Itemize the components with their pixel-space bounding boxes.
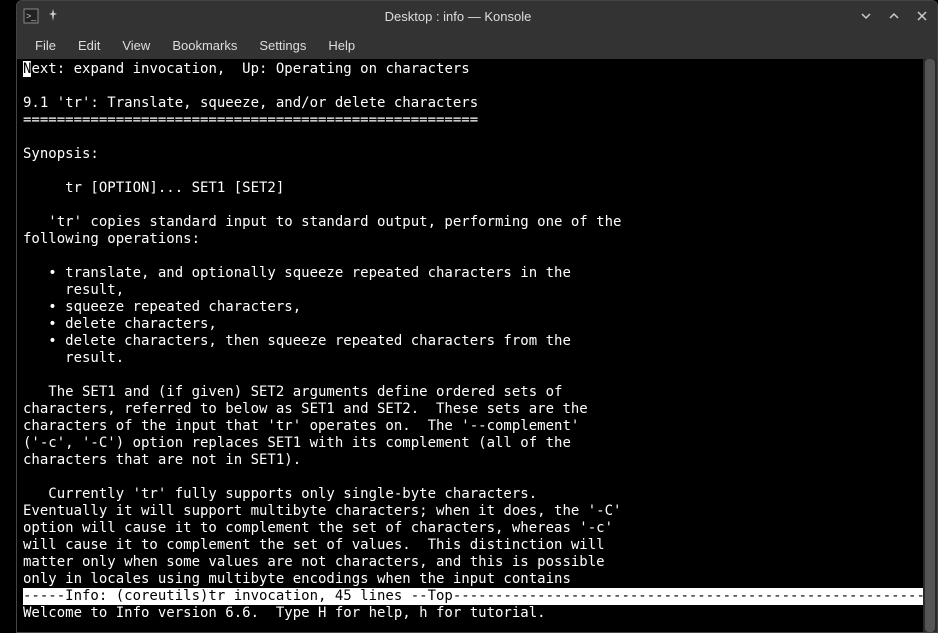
line-25: Currently 'tr' fully supports only singl…	[23, 486, 537, 502]
app-icon: >_	[23, 8, 39, 24]
menu-bookmarks[interactable]: Bookmarks	[162, 34, 247, 57]
line-5: Synopsis:	[23, 146, 99, 162]
close-button[interactable]	[913, 7, 931, 25]
line-7: tr [OPTION]... SET1 [SET2]	[23, 180, 284, 196]
line-30: only in locales using multibyte encoding…	[23, 571, 571, 587]
line-10: following operations:	[23, 231, 200, 247]
line-3: ========================================…	[23, 112, 478, 128]
line-13: result,	[23, 282, 124, 298]
menu-edit[interactable]: Edit	[68, 34, 110, 57]
line-2: 9.1 'tr': Translate, squeeze, and/or del…	[23, 95, 478, 111]
menu-file[interactable]: File	[25, 34, 66, 57]
menu-help[interactable]: Help	[318, 34, 365, 57]
line-27: option will cause it to complement the s…	[23, 520, 613, 536]
line-21: characters of the input that 'tr' operat…	[23, 418, 579, 434]
line-0: ext: expand invocation, Up: Operating on…	[31, 61, 469, 77]
status-line: -----Info: (coreutils)tr invocation, 45 …	[23, 588, 923, 605]
line-28: will cause it to complement the set of v…	[23, 537, 605, 553]
line-22: ('-c', '-C') option replaces SET1 with i…	[23, 435, 571, 451]
line-15: • delete characters,	[23, 316, 217, 332]
line-14: • squeeze repeated characters,	[23, 299, 301, 315]
line-32: Welcome to Info version 6.6. Type H for …	[23, 605, 546, 621]
titlebar[interactable]: >_ Desktop : info — Konsole	[17, 1, 937, 31]
window-title: Desktop : info — Konsole	[59, 9, 857, 24]
line-12: • translate, and optionally squeeze repe…	[23, 265, 571, 281]
pin-icon[interactable]	[47, 9, 59, 24]
desktop-background	[0, 0, 16, 633]
line-9: 'tr' copies standard input to standard o…	[23, 214, 621, 230]
minimize-button[interactable]	[857, 7, 875, 25]
terminal-area[interactable]: Next: expand invocation, Up: Operating o…	[17, 59, 937, 632]
menu-settings[interactable]: Settings	[249, 34, 316, 57]
line-19: The SET1 and (if given) SET2 arguments d…	[23, 384, 562, 400]
line-26: Eventually it will support multibyte cha…	[23, 503, 621, 519]
scrollbar-thumb[interactable]	[925, 59, 935, 632]
line-17: result.	[23, 350, 124, 366]
terminal-content[interactable]: Next: expand invocation, Up: Operating o…	[17, 59, 923, 632]
menubar: File Edit View Bookmarks Settings Help	[17, 31, 937, 59]
line-23: characters that are not in SET1).	[23, 452, 301, 468]
scrollbar[interactable]	[923, 59, 937, 632]
svg-text:>_: >_	[26, 11, 37, 21]
line-29: matter only when some values are not cha…	[23, 554, 605, 570]
menu-view[interactable]: View	[112, 34, 160, 57]
line-16: • delete characters, then squeeze repeat…	[23, 333, 571, 349]
maximize-button[interactable]	[885, 7, 903, 25]
konsole-window: >_ Desktop : info — Konsole File Edit Vi…	[16, 0, 938, 633]
line-20: characters, referred to below as SET1 an…	[23, 401, 588, 417]
